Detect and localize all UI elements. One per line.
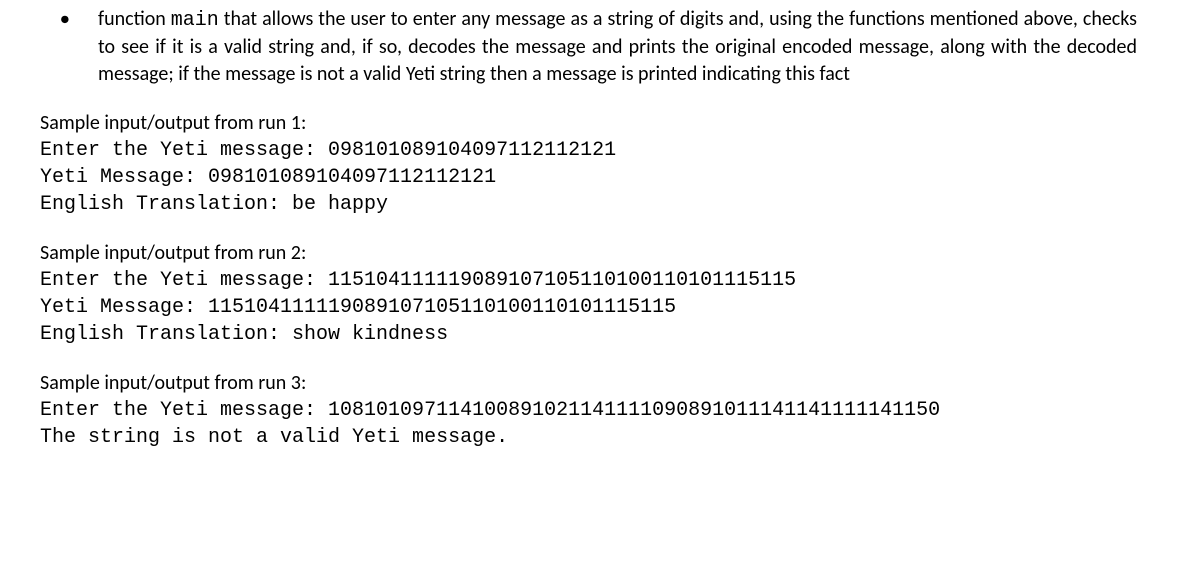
sample-line: Enter the Yeti message: 1081010971141008… (40, 397, 1137, 424)
bullet-text-after: that allows the user to enter any messag… (98, 7, 1137, 86)
sample-line: English Translation: show kindness (40, 321, 1137, 348)
sample-run-1: Sample input/output from run 1: Enter th… (40, 110, 1137, 218)
sample-line: Enter the Yeti message: 1151041111190891… (40, 267, 1137, 294)
sample-heading: Sample input/output from run 1: (40, 110, 1137, 137)
sample-line: Enter the Yeti message: 0981010891040971… (40, 137, 1137, 164)
sample-run-2: Sample input/output from run 2: Enter th… (40, 240, 1137, 348)
bullet-marker: ● (40, 6, 98, 33)
bullet-text: function main that allows the user to en… (98, 6, 1137, 88)
sample-line: The string is not a valid Yeti message. (40, 424, 1137, 451)
bullet-item: ● function main that allows the user to … (40, 6, 1137, 88)
sample-line: Yeti Message: 11510411111908910710511010… (40, 294, 1137, 321)
sample-heading: Sample input/output from run 3: (40, 370, 1137, 397)
sample-line: Yeti Message: 098101089104097112112121 (40, 164, 1137, 191)
sample-line: English Translation: be happy (40, 191, 1137, 218)
bullet-text-before: function (98, 7, 171, 31)
sample-run-3: Sample input/output from run 3: Enter th… (40, 370, 1137, 451)
bullet-code: main (171, 9, 219, 32)
sample-heading: Sample input/output from run 2: (40, 240, 1137, 267)
